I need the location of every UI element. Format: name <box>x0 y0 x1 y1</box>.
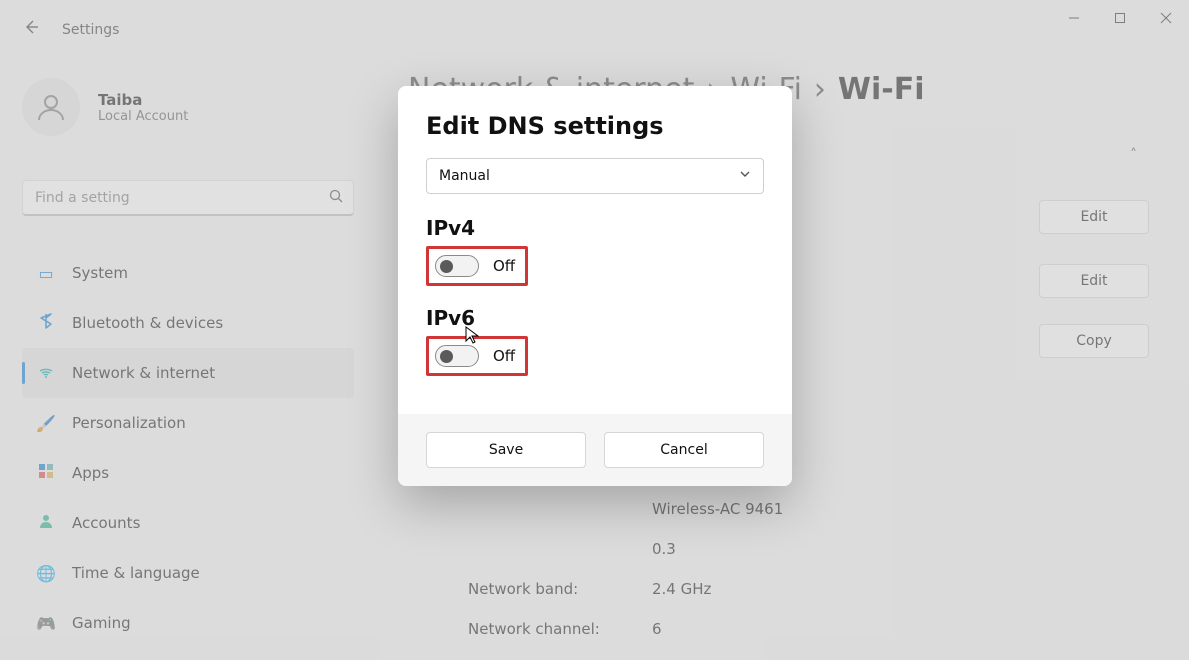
select-value: Manual <box>439 168 490 184</box>
dns-settings-modal: Edit DNS settings Manual IPv4 Off IPv6 O… <box>398 86 792 486</box>
ipv4-label: IPv4 <box>426 216 764 240</box>
cancel-button[interactable]: Cancel <box>604 432 764 468</box>
ipv6-toggle[interactable] <box>435 345 479 367</box>
ipv4-toggle[interactable] <box>435 255 479 277</box>
ipv6-state: Off <box>493 347 515 365</box>
dns-mode-select[interactable]: Manual <box>426 158 764 194</box>
cursor-icon <box>465 326 479 348</box>
chevron-down-icon <box>739 168 751 184</box>
save-button[interactable]: Save <box>426 432 586 468</box>
modal-title: Edit DNS settings <box>426 112 764 140</box>
ipv4-state: Off <box>493 257 515 275</box>
highlight-box: Off <box>426 246 528 286</box>
